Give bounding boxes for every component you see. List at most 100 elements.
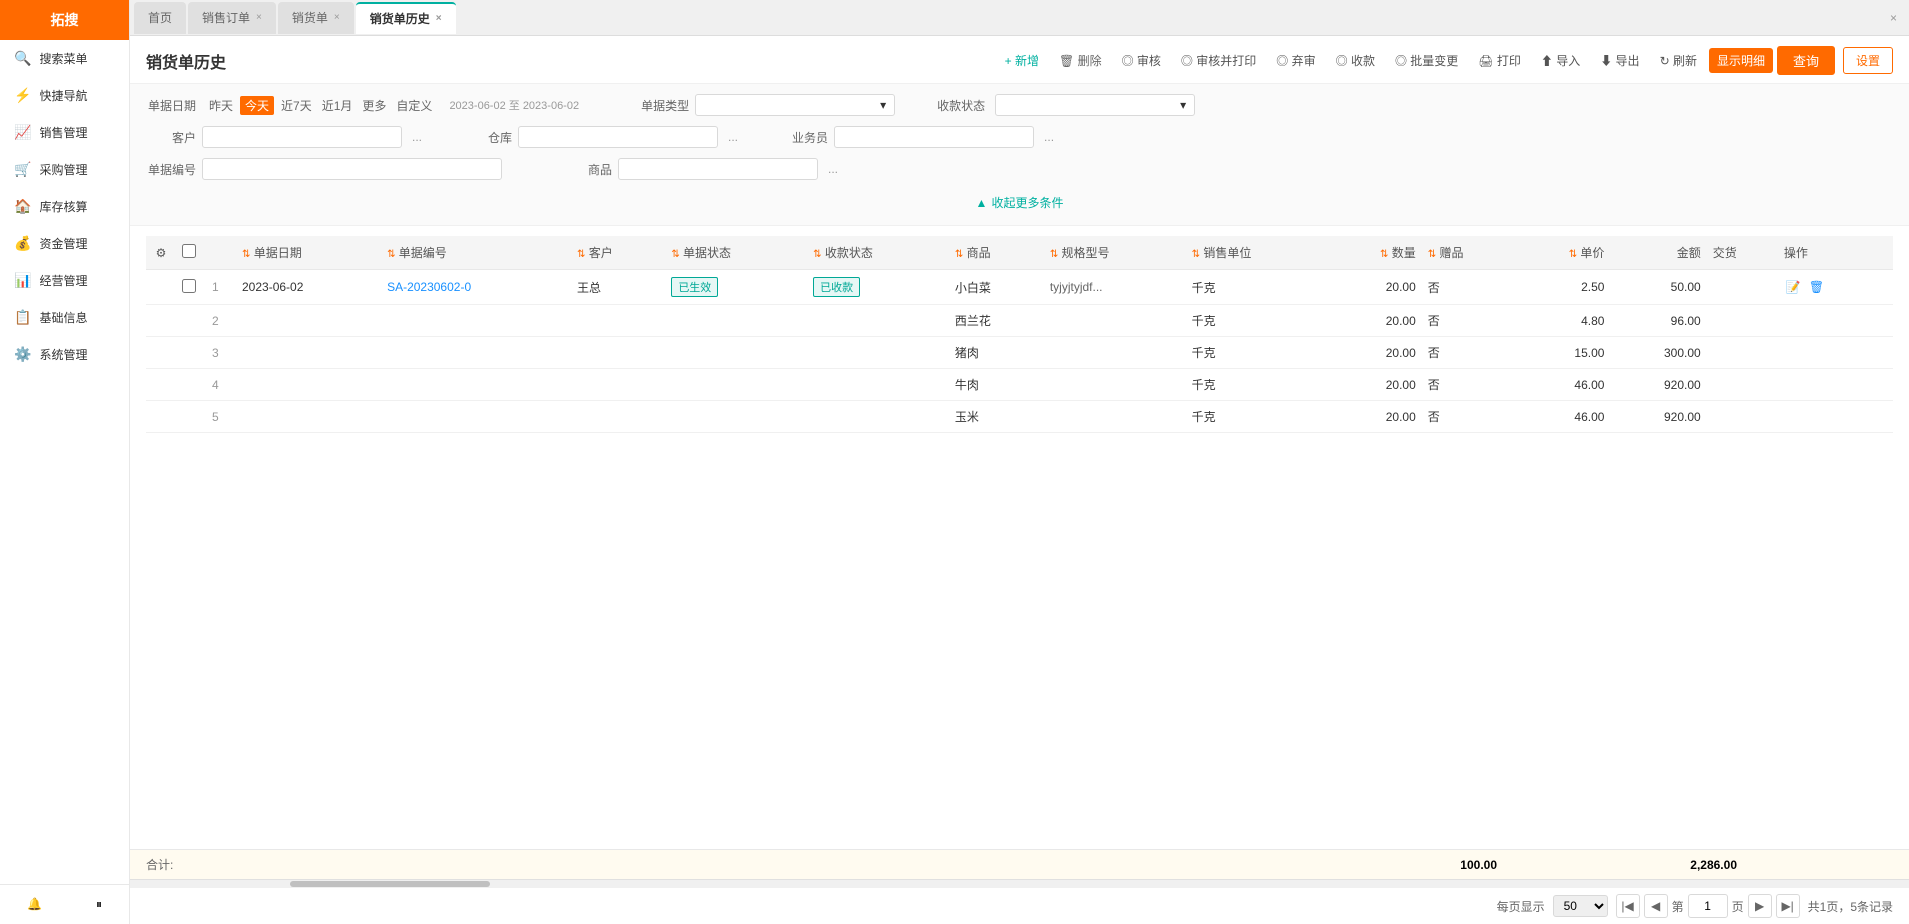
abandon-button[interactable]: ◎ 弃审 [1268, 48, 1323, 73]
col-pay-status[interactable]: ⇅ 收款状态 [807, 236, 949, 270]
row-pay-status [807, 337, 949, 369]
sidebar-item-purchase-mgmt[interactable]: 🛒 采购管理 [0, 151, 129, 188]
row-date [236, 369, 381, 401]
sidebar-item-basic-info[interactable]: 📋 基础信息 [0, 299, 129, 336]
refresh-button[interactable]: ↻ 刷新 [1652, 48, 1705, 73]
sidebar-logo: 拓搜 [0, 0, 129, 40]
settings-icon[interactable]: ⚙ [156, 246, 167, 260]
col-seq [206, 236, 236, 270]
date-shortcut-custom[interactable]: 自定义 [393, 96, 435, 115]
close-sales-order-icon[interactable]: × [256, 12, 262, 23]
audit-print-button[interactable]: ◎ 审核并打印 [1173, 48, 1264, 73]
col-qty[interactable]: ⇅ 数量 [1327, 236, 1421, 270]
row-doc-status [665, 337, 807, 369]
row-spec [1044, 401, 1186, 433]
chevron-down-icon-2: ▾ [1180, 98, 1186, 112]
salesperson-picker-button[interactable]: ... [1044, 130, 1054, 144]
action-button[interactable]: 📝 [1784, 280, 1803, 294]
col-spec[interactable]: ⇅ 规格型号 [1044, 236, 1186, 270]
sidebar-item-label: 资金管理 [39, 235, 87, 252]
sidebar-item-inventory-calc[interactable]: 🏠 库存核算 [0, 188, 129, 225]
next-page-button[interactable]: ▶ [1748, 894, 1772, 918]
close-sales-goods-icon[interactable]: × [334, 12, 340, 23]
prev-page-button[interactable]: ◀ [1644, 894, 1668, 918]
col-product[interactable]: ⇅ 商品 [949, 236, 1044, 270]
product-picker-button[interactable]: ... [828, 162, 838, 176]
notification-icon[interactable]: 🔔 [27, 897, 42, 912]
sidebar-item-system-mgmt[interactable]: ⚙️ 系统管理 [0, 336, 129, 373]
doc-number-input[interactable] [202, 158, 502, 180]
date-shortcut-1month[interactable]: 近1月 [319, 96, 356, 115]
sidebar-item-sales-mgmt[interactable]: 📈 销售管理 [0, 114, 129, 151]
close-all-tabs-button[interactable]: × [1882, 11, 1905, 25]
row-checkbox[interactable] [182, 279, 196, 293]
new-button[interactable]: + 新增 [997, 48, 1047, 73]
close-sales-history-icon[interactable]: × [436, 13, 442, 24]
export-button[interactable]: ⬇ 导出 [1592, 48, 1647, 73]
page-label-before: 第 [1672, 898, 1684, 915]
customer-picker-button[interactable]: ... [412, 130, 422, 144]
row-actions: 📝🗑 [1778, 270, 1893, 305]
pay-status-select[interactable]: ▾ [995, 94, 1195, 116]
row-settings [146, 270, 176, 305]
row-doc-no[interactable] [381, 369, 571, 401]
audit-button[interactable]: ◎ 审核 [1114, 48, 1169, 73]
row-doc-no[interactable] [381, 401, 571, 433]
last-page-button[interactable]: ▶| [1776, 894, 1800, 918]
date-shortcut-yesterday[interactable]: 昨天 [206, 96, 236, 115]
collapse-button[interactable]: ▲ 收起更多条件 [146, 190, 1893, 215]
customer-input[interactable] [202, 126, 402, 148]
pause-icon[interactable]: ⏸ [96, 897, 102, 912]
tab-sales-history[interactable]: 销货单历史 × [356, 2, 456, 34]
page-number-input[interactable] [1688, 894, 1728, 918]
table-footer: 合计: 100.00 2,286.00 [130, 849, 1909, 879]
date-shortcut-7days[interactable]: 近7天 [278, 96, 315, 115]
date-shortcut-more[interactable]: 更多 [359, 96, 389, 115]
sidebar-item-quick-nav[interactable]: ⚡ 快捷导航 [0, 77, 129, 114]
row-doc-no[interactable]: SA-20230602-0 [381, 270, 571, 305]
col-doc-status[interactable]: ⇅ 单据状态 [665, 236, 807, 270]
horizontal-scrollbar[interactable] [130, 879, 1909, 887]
warehouse-picker-button[interactable]: ... [728, 130, 738, 144]
row-doc-no[interactable] [381, 305, 571, 337]
tab-home[interactable]: 首页 [134, 2, 186, 34]
print-button[interactable]: 🖨 打印 [1470, 48, 1529, 73]
select-all-checkbox[interactable] [182, 244, 196, 258]
doc-type-select[interactable]: ▾ [695, 94, 895, 116]
product-input[interactable] [618, 158, 818, 180]
collect-button[interactable]: ◎ 收款 [1328, 48, 1383, 73]
show-detail-button[interactable]: 显示明细 [1709, 48, 1773, 73]
settings-button[interactable]: 设置 [1843, 47, 1893, 74]
col-date[interactable]: ⇅ 单据日期 [236, 236, 381, 270]
salesperson-input[interactable] [834, 126, 1034, 148]
batch-change-button[interactable]: ◎ 批量变更 [1387, 48, 1466, 73]
row-doc-no[interactable] [381, 337, 571, 369]
col-unit-price[interactable]: ⇅ 单价 [1516, 236, 1610, 270]
pagination: 每页显示 50 100 200 |◀ ◀ 第 页 ▶ ▶| 共1页，5条记录 [130, 887, 1909, 924]
col-unit[interactable]: ⇅ 销售单位 [1186, 236, 1328, 270]
col-customer[interactable]: ⇅ 客户 [571, 236, 665, 270]
tab-sales-order[interactable]: 销售订单 × [188, 2, 276, 34]
sidebar-item-search-menu[interactable]: 🔍 搜索菜单 [0, 40, 129, 77]
sidebar-item-ops-mgmt[interactable]: 📊 经营管理 [0, 262, 129, 299]
row-qty: 20.00 [1327, 270, 1421, 305]
basic-info-icon: 📋 [14, 309, 31, 326]
col-doc-no[interactable]: ⇅ 单据编号 [381, 236, 571, 270]
first-page-button[interactable]: |◀ [1616, 894, 1640, 918]
date-shortcut-today[interactable]: 今天 [240, 96, 274, 115]
doc-type-label: 单据类型 [639, 97, 689, 114]
scrollbar-thumb[interactable] [290, 881, 490, 887]
sidebar: 拓搜 🔍 搜索菜单 ⚡ 快捷导航 📈 销售管理 🛒 采购管理 🏠 库存核算 💰 … [0, 0, 130, 924]
page-size-select[interactable]: 50 100 200 [1553, 895, 1608, 917]
sidebar-item-finance-mgmt[interactable]: 💰 资金管理 [0, 225, 129, 262]
query-button[interactable]: 查询 [1777, 46, 1835, 75]
action-button[interactable]: 🗑 [1807, 280, 1826, 294]
col-settings[interactable]: ⚙ [146, 236, 176, 270]
row-gift: 否 [1422, 270, 1516, 305]
delete-button[interactable]: 🗑 删除 [1051, 48, 1110, 73]
warehouse-input[interactable] [518, 126, 718, 148]
tab-sales-goods[interactable]: 销货单 × [278, 2, 354, 34]
col-gift[interactable]: ⇅ 赠品 [1422, 236, 1516, 270]
import-button[interactable]: ⬆ 导入 [1533, 48, 1588, 73]
filter-customer: 客户 ... [146, 126, 422, 148]
